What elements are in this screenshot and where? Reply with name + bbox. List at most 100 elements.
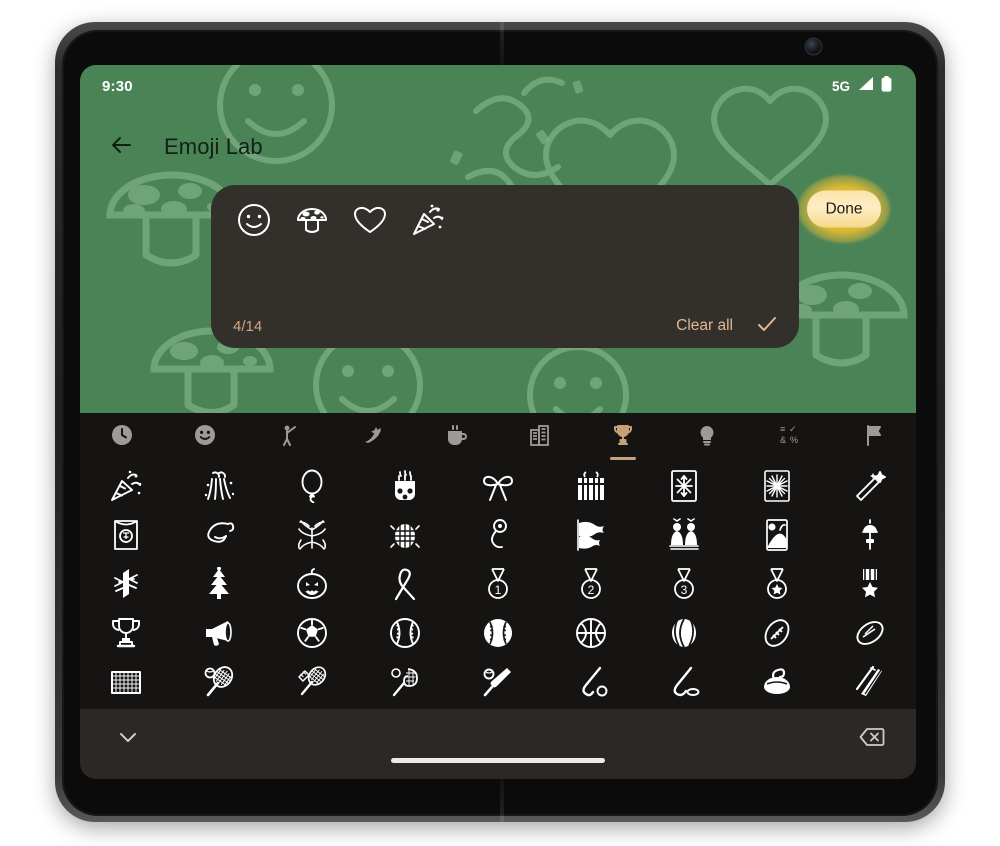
status-icons: 5G	[831, 75, 892, 97]
status-clock: 9:30	[102, 77, 133, 95]
emoji-cell-pine-decoration[interactable]	[104, 562, 148, 606]
selected-emoji-party-popper[interactable]	[407, 199, 449, 241]
tab-objects[interactable]	[665, 413, 749, 457]
emoji-cell-3rd-place-medal[interactable]: 3	[662, 562, 706, 606]
emoji-cell-sports-medal[interactable]	[755, 562, 799, 606]
svg-text:✓: ✓	[789, 424, 797, 434]
emoji-cell-reminder-ribbon[interactable]	[383, 562, 427, 606]
tab-travel-places[interactable]	[498, 413, 582, 457]
emoji-cell-ribbon[interactable]	[476, 464, 520, 508]
emoji-cell-ice-hockey[interactable]	[662, 660, 706, 704]
emoji-cell-moon-viewing-ceremony[interactable]	[755, 513, 799, 557]
emoji-cell-party-popper[interactable]	[104, 464, 148, 508]
emoji-counter: 4/14	[233, 317, 263, 335]
lightbulb-icon	[695, 423, 719, 447]
emoji-grid: 1 2 3	[80, 461, 916, 709]
emoji-cell-megaphone[interactable]	[197, 611, 241, 655]
backspace-icon[interactable]	[858, 723, 886, 751]
emoji-cell-tanabata-tree[interactable]	[290, 513, 334, 557]
chevron-down-icon[interactable]	[114, 723, 142, 751]
tab-animals-nature[interactable]	[331, 413, 415, 457]
svg-text:≡: ≡	[780, 424, 785, 434]
emoji-cell-american-football[interactable]	[755, 611, 799, 655]
emoji-cell-jack-o-lantern[interactable]	[290, 562, 334, 606]
emoji-cell-fireworks[interactable]	[755, 464, 799, 508]
emoji-cell-military-medal[interactable]	[848, 562, 892, 606]
signal-bars-icon	[857, 76, 874, 96]
emoji-cell-birthday-cake[interactable]	[383, 464, 427, 508]
tab-activities-events[interactable]	[582, 413, 666, 460]
tab-smileys-emotion[interactable]	[164, 413, 248, 457]
home-indicator	[391, 758, 605, 763]
tab-symbols[interactable]: ≡ ✓ &%	[749, 413, 833, 457]
battery-full-icon	[881, 75, 892, 97]
screenshot-stage: 9:30 5G Emoji Lab Done 4/14 Clear all ≡ …	[0, 0, 1000, 846]
emoji-cell-tennis[interactable]	[197, 660, 241, 704]
clock-icon	[110, 423, 134, 447]
emoji-cell-softball[interactable]	[476, 611, 520, 655]
emoji-cell-basketball[interactable]	[569, 611, 613, 655]
emoji-cell-rugby-football[interactable]	[848, 611, 892, 655]
app-bar: Emoji Lab	[80, 119, 916, 175]
emoji-cell-ski[interactable]	[848, 660, 892, 704]
symbols-icon: ≡ ✓ &%	[779, 423, 803, 447]
emoji-category-tabs: ≡ ✓ &%	[80, 413, 916, 460]
emoji-cell-volleyball[interactable]	[662, 611, 706, 655]
person-icon	[277, 423, 301, 447]
emoji-cell-1st-place-medal[interactable]: 1	[476, 562, 520, 606]
composer-footer: 4/14 Clear all	[211, 304, 799, 348]
emoji-cell-goal-net[interactable]	[104, 660, 148, 704]
emoji-cell-ribbon-streamer[interactable]	[197, 513, 241, 557]
status-bar: 9:30 5G	[80, 65, 916, 107]
flag-icon	[862, 423, 886, 447]
back-button[interactable]	[102, 127, 142, 167]
selected-emoji-slightly-smiling-face[interactable]	[233, 199, 275, 241]
page-title: Emoji Lab	[164, 134, 263, 159]
emoji-cell-cricket-game[interactable]	[476, 660, 520, 704]
emoji-cell-confetti-ball[interactable]	[197, 464, 241, 508]
emoji-cell-magic-wand[interactable]	[848, 464, 892, 508]
emoji-cell-party-blower[interactable]	[476, 513, 520, 557]
emoji-cell-mirror-ball[interactable]	[383, 513, 427, 557]
emoji-cell-japanese-dolls[interactable]	[662, 513, 706, 557]
emoji-cell-sparkler[interactable]	[662, 464, 706, 508]
emoji-cell-field-hockey[interactable]	[569, 660, 613, 704]
svg-text:3: 3	[680, 583, 687, 597]
emoji-cell-2nd-place-medal[interactable]: 2	[569, 562, 613, 606]
phone-screen: 9:30 5G Emoji Lab Done 4/14 Clear all ≡ …	[80, 65, 916, 779]
tab-food-drink[interactable]	[414, 413, 498, 457]
tab-flags[interactable]	[832, 413, 916, 457]
building-icon	[528, 423, 552, 447]
tab-people-body[interactable]	[247, 413, 331, 457]
network-type-label: 5G	[831, 78, 850, 94]
selected-emoji-list	[233, 199, 449, 241]
emoji-composer-card[interactable]: 4/14 Clear all	[211, 185, 799, 348]
emoji-cell-red-envelope[interactable]	[104, 513, 148, 557]
emoji-cell-soccer-ball[interactable]	[290, 611, 334, 655]
emoji-cell-lacrosse[interactable]	[383, 660, 427, 704]
svg-text:&: &	[780, 435, 786, 445]
smiley-icon	[193, 423, 217, 447]
done-button-label: Done	[825, 200, 863, 217]
check-icon[interactable]	[755, 312, 779, 341]
arrow-left-icon	[109, 132, 135, 163]
emoji-cell-wind-chime[interactable]	[848, 513, 892, 557]
tab-recent[interactable]	[80, 413, 164, 457]
selected-emoji-heart[interactable]	[349, 199, 391, 241]
keyboard-bottom-bar	[80, 709, 916, 779]
emoji-cell-carp-streamer[interactable]	[569, 513, 613, 557]
emoji-cell-wrapped-gift[interactable]	[569, 464, 613, 508]
selected-emoji-mushroom[interactable]	[291, 199, 333, 241]
emoji-cell-balloon[interactable]	[290, 464, 334, 508]
clear-all-button[interactable]: Clear all	[676, 317, 733, 335]
emoji-cell-baseball[interactable]	[383, 611, 427, 655]
done-button[interactable]: Done	[807, 190, 881, 228]
emoji-cell-curling-stone[interactable]	[755, 660, 799, 704]
emoji-cell-christmas-tree[interactable]	[197, 562, 241, 606]
emoji-cell-trophy[interactable]	[104, 611, 148, 655]
trophy-icon	[611, 423, 635, 447]
front-camera-icon	[806, 39, 821, 54]
emoji-cell-badminton[interactable]	[290, 660, 334, 704]
svg-text:2: 2	[588, 583, 595, 597]
composer-actions: Clear all	[676, 312, 779, 341]
